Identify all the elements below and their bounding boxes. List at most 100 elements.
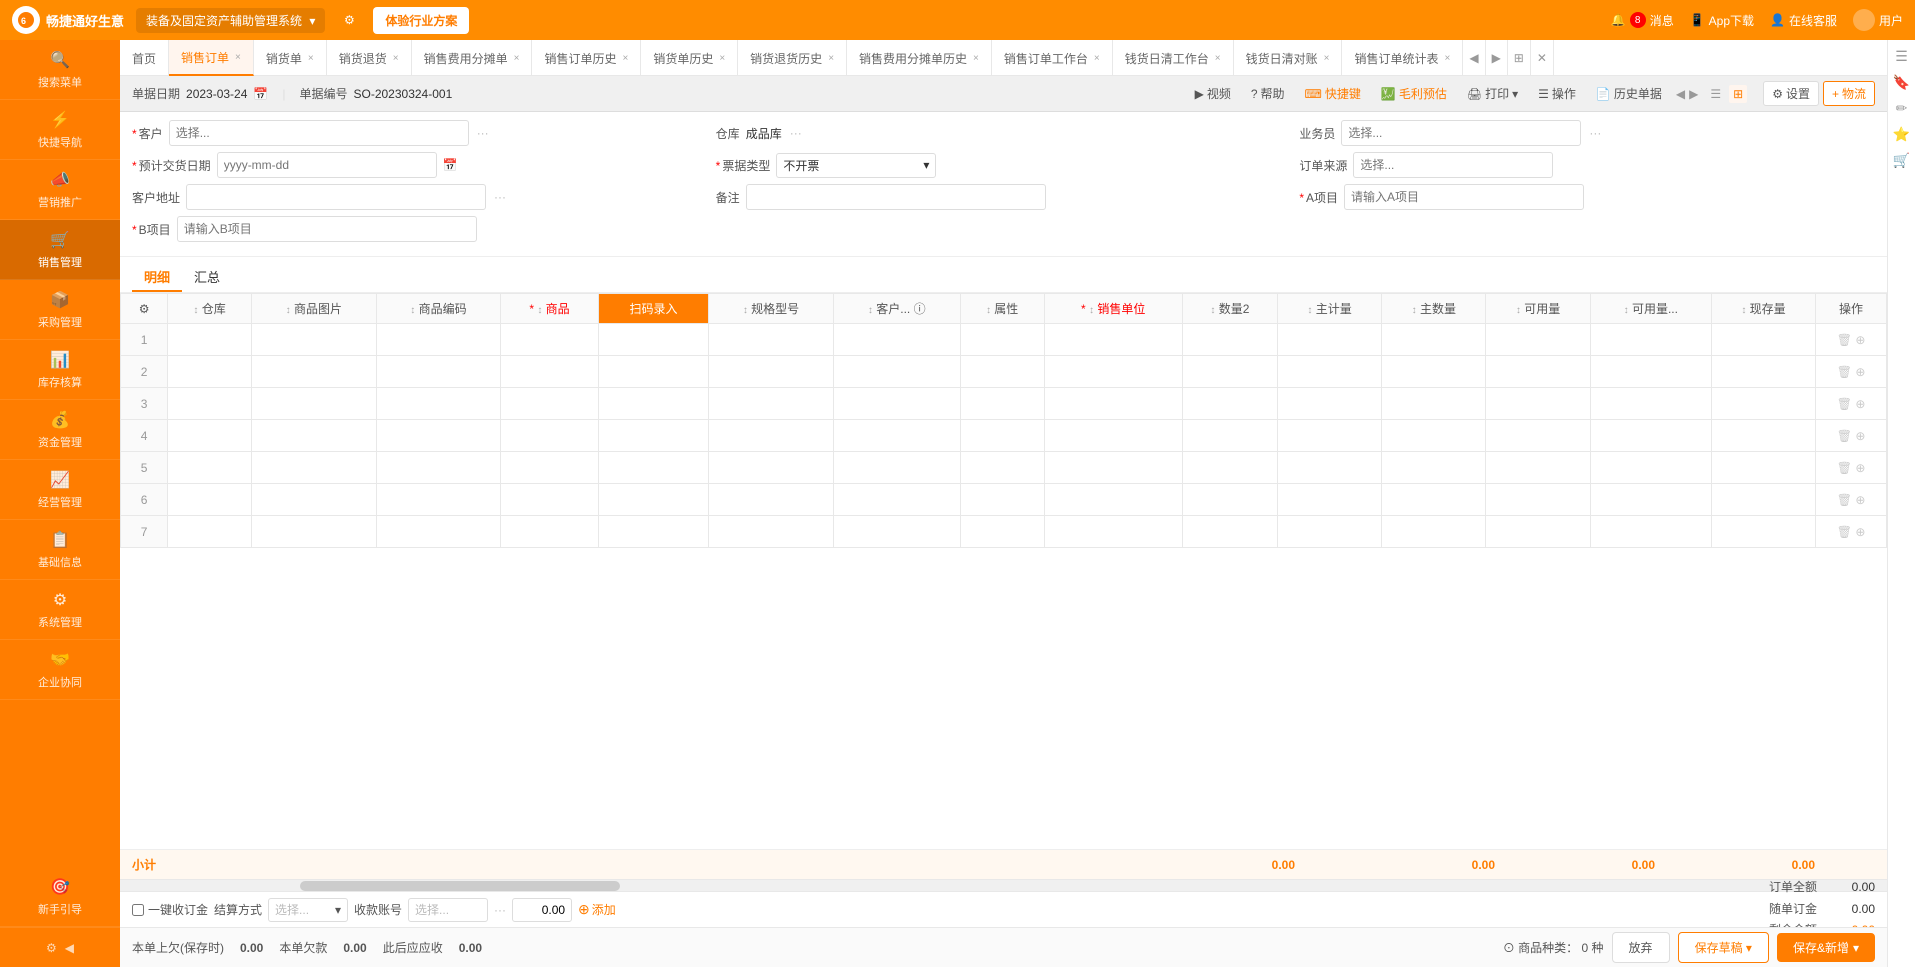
history-btn[interactable]: 📄 历史单据 [1590,83,1668,104]
row-code-7[interactable] [376,516,501,548]
row-copy-3[interactable]: ⊕ [1855,397,1865,411]
tab-invoice-history[interactable]: 销货单历史 × [641,40,738,76]
tab-sales-order-history-close[interactable]: × [622,53,628,64]
tab-sales-return-close[interactable]: × [393,53,399,64]
sidebar-settings-icon[interactable]: ⚙ [46,941,57,955]
tab-order-workbench-close[interactable]: × [1094,53,1100,64]
row-image-2[interactable] [252,356,377,388]
row-available2-1[interactable] [1590,324,1711,356]
row-code-3[interactable] [376,388,501,420]
right-panel-icon-5[interactable]: 🛒 [1890,148,1914,172]
row-customer-code-2[interactable] [833,356,960,388]
operation-btn[interactable]: ☰ 操作 [1532,83,1582,104]
b-project-input[interactable] [177,216,477,242]
row-available-4[interactable] [1486,420,1590,452]
shortcut-btn[interactable]: ⌨ 快捷键 [1299,83,1367,104]
row-scan-2[interactable] [598,356,708,388]
right-panel-icon-2[interactable]: 🔖 [1890,70,1914,94]
row-unit-1[interactable] [1044,324,1182,356]
row-image-3[interactable] [252,388,377,420]
row-image-6[interactable] [252,484,377,516]
sidebar-item-marketing[interactable]: 📣 营销推广 [0,160,120,220]
row-code-6[interactable] [376,484,501,516]
row-main-qty-4[interactable] [1382,420,1486,452]
row-spec-4[interactable] [709,420,834,452]
row-goods-7[interactable] [501,516,598,548]
row-customer-code-4[interactable] [833,420,960,452]
tab-statistics-close[interactable]: × [1444,53,1450,64]
tab-daily-workbench-close[interactable]: × [1215,53,1221,64]
tab-sales-order-close[interactable]: × [235,52,241,63]
delivery-input[interactable] [217,152,437,178]
tab-statistics[interactable]: 销售订单统计表 × [1342,40,1463,76]
row-main-unit-3[interactable] [1277,388,1381,420]
remark-input[interactable] [746,184,1046,210]
row-main-unit-6[interactable] [1277,484,1381,516]
industry-btn[interactable]: 体验行业方案 [373,7,469,34]
tab-return-history[interactable]: 销货退货历史 × [738,40,847,76]
tab-sales-order[interactable]: 销售订单 × [169,40,254,76]
row-warehouse-2[interactable] [168,356,252,388]
th-available[interactable]: ↕ 可用量 [1486,294,1590,324]
draft-btn[interactable]: 保存草稿 ▾ [1678,932,1769,963]
th-unit[interactable]: * ↕ 销售单位 [1044,294,1182,324]
discard-btn[interactable]: 放弃 [1612,932,1670,963]
sidebar-item-quick-nav[interactable]: ⚡ 快捷导航 [0,100,120,160]
settings-btn[interactable]: ⚙ 设置 [1763,81,1819,106]
th-attr[interactable]: ↕ 属性 [960,294,1044,324]
row-warehouse-4[interactable] [168,420,252,452]
row-delete-7[interactable]: 🗑 [1837,525,1852,539]
row-scan-3[interactable] [598,388,708,420]
row-delete-2[interactable]: 🗑 [1837,365,1852,379]
profit-preview-btn[interactable]: 💹 毛利预估 [1375,83,1453,104]
row-customer-code-5[interactable] [833,452,960,484]
staff-dots[interactable]: ··· [1589,126,1601,140]
sidebar-item-finance[interactable]: 💰 资金管理 [0,400,120,460]
row-image-7[interactable] [252,516,377,548]
row-main-qty-6[interactable] [1382,484,1486,516]
right-panel-icon-3[interactable]: ✏ [1890,96,1914,120]
th-available2[interactable]: ↕ 可用量... [1590,294,1711,324]
save-new-btn[interactable]: 保存&新增 ▾ [1777,933,1875,962]
row-attr-5[interactable] [960,452,1044,484]
account-dots[interactable]: ··· [494,903,506,917]
row-scan-7[interactable] [598,516,708,548]
order-source-input[interactable] [1353,152,1553,178]
sidebar-collapse-icon[interactable]: ◀ [65,941,74,955]
row-customer-code-3[interactable] [833,388,960,420]
help-btn[interactable]: ? 帮助 [1245,83,1291,104]
tab-reconciliation[interactable]: 钱货日清对账 × [1234,40,1343,76]
row-main-unit-4[interactable] [1277,420,1381,452]
tab-sales-expense-close[interactable]: × [514,53,520,64]
add-logistics-btn[interactable]: + 物流 [1823,81,1875,106]
tab-sales-order-history[interactable]: 销售订单历史 × [532,40,641,76]
customer-input[interactable] [169,120,469,146]
row-available2-5[interactable] [1590,452,1711,484]
row-spec-7[interactable] [709,516,834,548]
row-main-unit-1[interactable] [1277,324,1381,356]
row-delete-1[interactable]: 🗑 [1837,333,1852,347]
tab-close-all-btn[interactable]: ✕ [1531,40,1554,75]
row-current-7[interactable] [1711,516,1815,548]
right-panel-icon-4[interactable]: ⭐ [1890,122,1914,146]
row-image-5[interactable] [252,452,377,484]
tab-invoice-history-close[interactable]: × [719,53,725,64]
row-spec-5[interactable] [709,452,834,484]
row-current-5[interactable] [1711,452,1815,484]
system-title[interactable]: 装备及固定资产辅助管理系统 ▾ [136,8,325,33]
row-copy-5[interactable]: ⊕ [1855,461,1865,475]
a-project-input[interactable] [1344,184,1584,210]
one-click-checkbox-input[interactable] [132,904,144,916]
row-main-qty-1[interactable] [1382,324,1486,356]
row-delete-4[interactable]: 🗑 [1837,429,1852,443]
row-scan-5[interactable] [598,452,708,484]
th-warehouse[interactable]: ↕ 仓库 [168,294,252,324]
row-image-4[interactable] [252,420,377,452]
row-available2-3[interactable] [1590,388,1711,420]
right-panel-icon-1[interactable]: ☰ [1890,44,1914,68]
th-goods[interactable]: * ↕ 商品 [501,294,598,324]
th-code[interactable]: ↕ 商品编码 [376,294,501,324]
row-main-qty-5[interactable] [1382,452,1486,484]
sidebar-item-management[interactable]: 📈 经营管理 [0,460,120,520]
row-qty2-2[interactable] [1182,356,1277,388]
